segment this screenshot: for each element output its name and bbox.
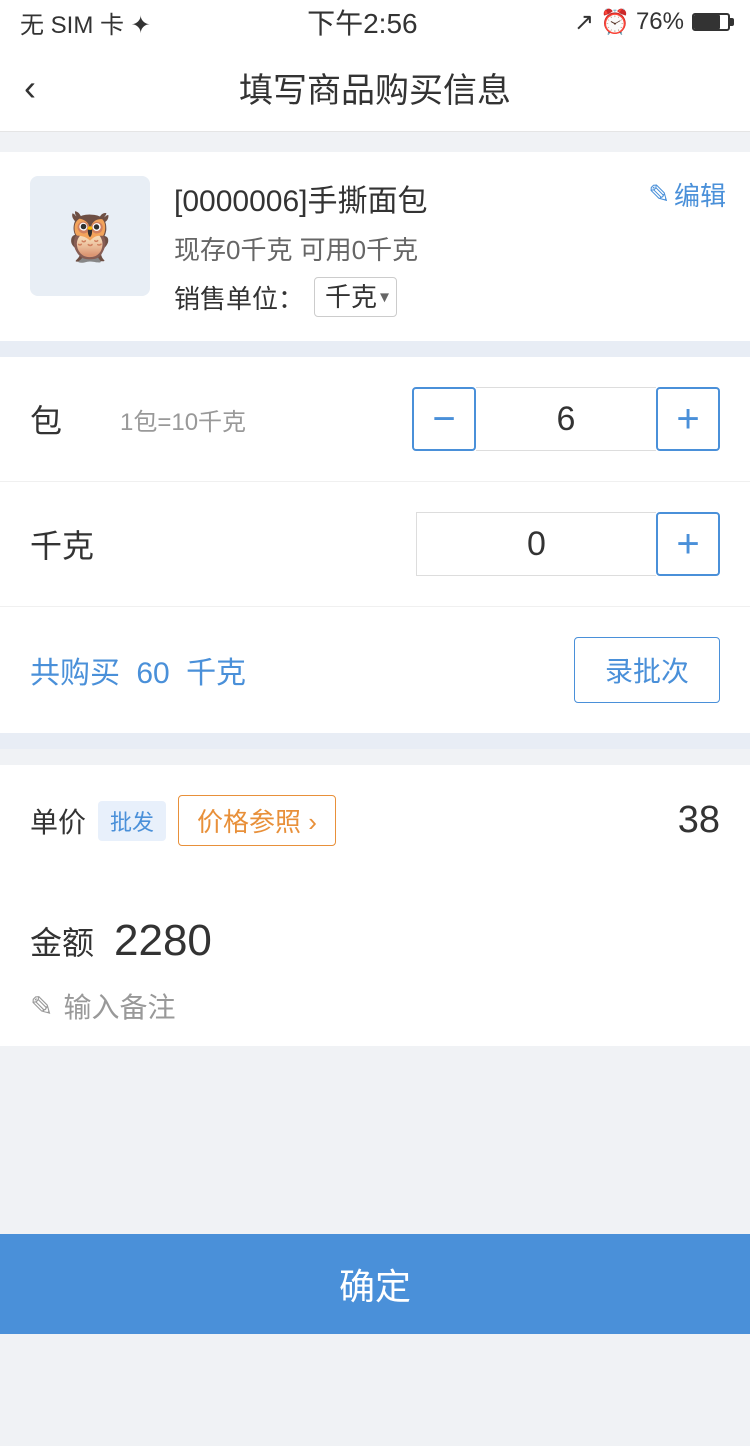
divider-2 [0, 733, 750, 749]
pencil-icon: ✎ [30, 990, 53, 1023]
input-section: 包 1包=10千克 − + 千克 + [0, 357, 750, 607]
amount-row: 金额 2280 [30, 916, 720, 966]
status-time: 下午2:56 [307, 2, 418, 42]
price-row: 单价 批发 价格参照 › 38 [30, 795, 720, 846]
total-text: 共购买 60 千克 [30, 648, 246, 692]
kg-plus-button[interactable]: + [656, 512, 720, 576]
kg-input-row: 千克 + [0, 482, 750, 607]
price-ref-button[interactable]: 价格参照 › [178, 795, 336, 846]
amount-value: 2280 [114, 916, 212, 966]
price-tag: 批发 [98, 801, 166, 841]
product-name: [0000006]手撕面包 [174, 176, 720, 220]
bag-quantity-control: − + [412, 387, 720, 451]
total-prefix: 共购买 [30, 657, 120, 690]
alarm-icon: ⏰ [600, 8, 630, 37]
remark-row[interactable]: ✎ 输入备注 [30, 986, 720, 1026]
status-left: 无 SIM 卡 ✦ [20, 5, 151, 40]
unit-select[interactable]: 千克 [314, 277, 397, 317]
edit-label: 编辑 [674, 176, 726, 213]
product-image: 🦉 [30, 176, 150, 296]
total-unit: 千克 [186, 657, 246, 690]
status-bar: 无 SIM 卡 ✦ 下午2:56 ↗ ⏰ 76% [0, 0, 750, 44]
kg-label: 千克 [30, 521, 110, 567]
status-right: ↗ ⏰ 76% [574, 8, 730, 37]
unit-select-wrap[interactable]: 千克 [304, 277, 397, 317]
bag-plus-button[interactable]: + [656, 387, 720, 451]
price-label: 单价 [30, 801, 86, 841]
confirm-button[interactable]: 确定 [0, 1234, 750, 1334]
page-title: 填写商品购买信息 [239, 63, 511, 112]
battery-percent: 76% [636, 8, 684, 36]
bag-minus-button[interactable]: − [412, 387, 476, 451]
product-unit-row: 销售单位： 千克 [174, 277, 720, 317]
amount-label: 金额 [30, 918, 94, 964]
kg-quantity-input[interactable] [416, 512, 656, 576]
divider-1 [0, 341, 750, 357]
product-info: [0000006]手撕面包 现存0千克 可用0千克 销售单位： 千克 [174, 176, 720, 317]
edit-button[interactable]: ✎ 编辑 [648, 176, 726, 213]
batch-button[interactable]: 录批次 [574, 637, 720, 703]
price-section: 单价 批发 价格参照 › 38 [0, 765, 750, 886]
bag-hint: 1包=10千克 [120, 402, 412, 437]
signal-text: 无 SIM 卡 ✦ [20, 5, 151, 40]
kg-quantity-control: + [416, 512, 720, 576]
product-stock: 现存0千克 可用0千克 [174, 230, 720, 267]
bag-label: 包 [30, 396, 110, 442]
bag-quantity-input[interactable] [476, 387, 656, 451]
price-value: 38 [678, 799, 720, 842]
bag-input-row: 包 1包=10千克 − + [0, 357, 750, 482]
product-logo: 🦉 [60, 208, 120, 265]
battery-icon [692, 13, 730, 31]
edit-icon: ✎ [648, 179, 670, 210]
product-card: 🦉 [0000006]手撕面包 现存0千克 可用0千克 销售单位： 千克 ✎ 编… [0, 152, 750, 341]
nav-bar: ‹ 填写商品购买信息 [0, 44, 750, 132]
remark-placeholder[interactable]: 输入备注 [63, 986, 175, 1026]
amount-section: 金额 2280 ✎ 输入备注 [0, 886, 750, 1046]
location-icon: ↗ [574, 8, 594, 37]
total-row: 共购买 60 千克 录批次 [0, 607, 750, 733]
back-button[interactable]: ‹ [24, 67, 36, 109]
total-amount: 60 [136, 657, 169, 690]
unit-label: 销售单位： [174, 279, 304, 316]
